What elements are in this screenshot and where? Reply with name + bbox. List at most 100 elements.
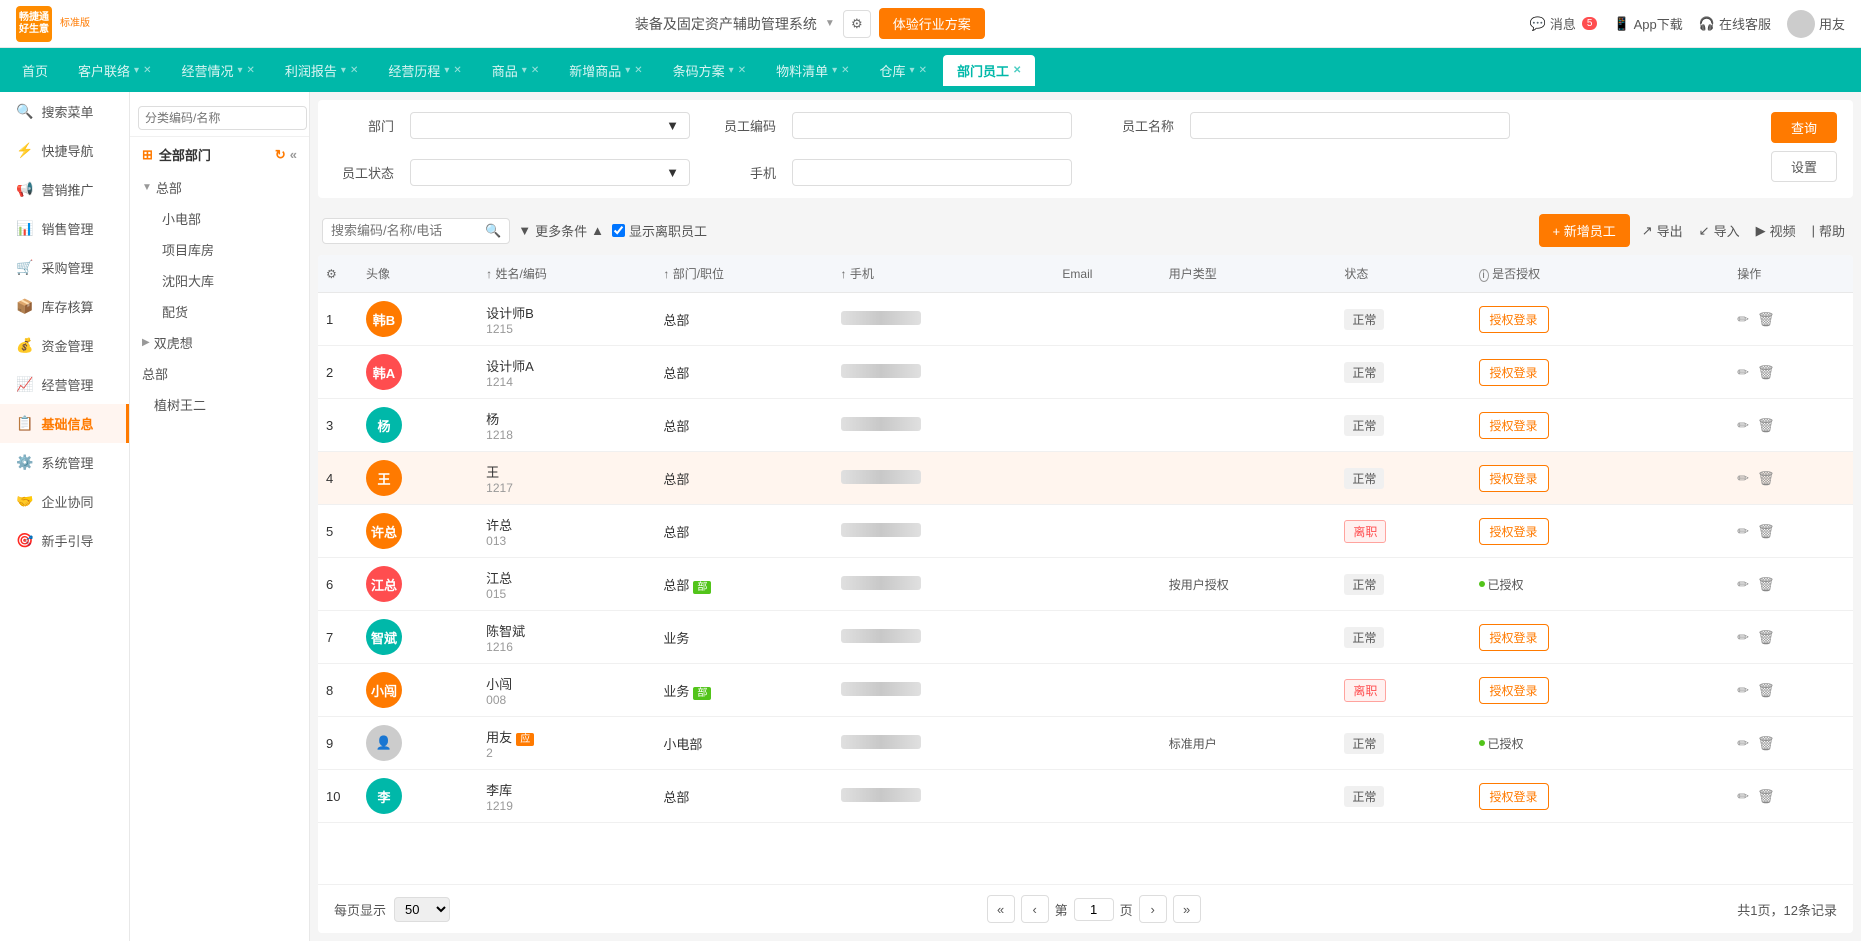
sidebar-item-sales[interactable]: 📊 销售管理: [0, 209, 129, 248]
import-button[interactable]: ↙ 导入: [1695, 217, 1744, 244]
export-button[interactable]: ↗ 导出: [1638, 217, 1687, 244]
prev-page-button[interactable]: ‹: [1021, 895, 1049, 923]
cell-name: 李库 1219: [478, 770, 655, 823]
view-button[interactable]: ▶ 视频: [1752, 217, 1800, 244]
delete-icon[interactable]: 🗑: [1757, 682, 1775, 699]
search-button[interactable]: 查询: [1771, 112, 1837, 143]
tab-home[interactable]: 首页: [8, 55, 62, 86]
tab-customer[interactable]: 客户联络 ▾ ✕: [64, 55, 165, 86]
setting-button[interactable]: 设置: [1771, 151, 1837, 182]
quick-search-input[interactable]: [331, 223, 481, 238]
auth-login-button[interactable]: 授权登录: [1479, 465, 1549, 492]
tab-barcode[interactable]: 条码方案 ▾ ✕: [659, 55, 760, 86]
more-filter-button[interactable]: ▼ 更多条件 ▲: [518, 221, 604, 240]
edit-icon[interactable]: ✏: [1737, 470, 1749, 487]
delete-icon[interactable]: 🗑: [1757, 364, 1775, 381]
cell-avatar: 许总: [358, 505, 478, 558]
message-button[interactable]: 💬 消息 5: [1530, 14, 1598, 33]
sidebar-item-search[interactable]: 🔍 搜索菜单: [0, 92, 129, 131]
th-phone[interactable]: ↑ 手机: [833, 255, 1055, 293]
sidebar-item-purchase[interactable]: 🛒 采购管理: [0, 248, 129, 287]
delete-icon[interactable]: 🗑: [1757, 523, 1775, 540]
auth-login-button[interactable]: 授权登录: [1479, 306, 1549, 333]
gear-button[interactable]: ⚙: [843, 10, 871, 38]
tree-node-project[interactable]: 项目库房: [130, 234, 309, 265]
show-resigned-checkbox[interactable]: 显示离职员工: [612, 221, 707, 240]
next-page-button[interactable]: ›: [1139, 895, 1167, 923]
cell-name: 江总 015: [478, 558, 655, 611]
delete-icon[interactable]: 🗑: [1757, 735, 1775, 752]
cell-phone: [833, 346, 1055, 399]
tree-node-shuanghu[interactable]: ▶ 双虎想: [130, 327, 309, 358]
first-page-button[interactable]: «: [987, 895, 1015, 923]
delete-icon[interactable]: 🗑: [1757, 417, 1775, 434]
tab-goods[interactable]: 商品 ▾ ✕: [478, 55, 553, 86]
employee-code-input[interactable]: [792, 112, 1072, 139]
employee-name-input[interactable]: [1190, 112, 1510, 139]
delete-icon[interactable]: 🗑: [1757, 629, 1775, 646]
page-size-select[interactable]: 50 100 200: [394, 897, 450, 922]
add-employee-button[interactable]: + 新增员工: [1539, 214, 1630, 247]
auth-login-button[interactable]: 授权登录: [1479, 412, 1549, 439]
delete-icon[interactable]: 🗑: [1757, 470, 1775, 487]
auth-login-button[interactable]: 授权登录: [1479, 783, 1549, 810]
sidebar-item-finance[interactable]: 💰 资金管理: [0, 326, 129, 365]
edit-icon[interactable]: ✏: [1737, 682, 1749, 699]
auth-login-button[interactable]: 授权登录: [1479, 624, 1549, 651]
sidebar-item-collab[interactable]: 🤝 企业协同: [0, 482, 129, 521]
auth-login-button[interactable]: 授权登录: [1479, 677, 1549, 704]
search-icon-small[interactable]: 🔍: [485, 223, 501, 239]
tab-warehouse[interactable]: 仓库 ▾ ✕: [866, 55, 941, 86]
delete-icon[interactable]: 🗑: [1757, 311, 1775, 328]
edit-icon[interactable]: ✏: [1737, 364, 1749, 381]
th-name[interactable]: ↑ 姓名/编码: [478, 255, 655, 293]
phone-input[interactable]: [792, 159, 1072, 186]
tree-search-input[interactable]: [138, 106, 307, 130]
delete-icon[interactable]: 🗑: [1757, 576, 1775, 593]
auth-login-button[interactable]: 授权登录: [1479, 359, 1549, 386]
tree-node-head-office2[interactable]: 总部: [130, 358, 309, 389]
tree-refresh-icon[interactable]: ↻: [275, 147, 286, 163]
sidebar-item-basic[interactable]: 📋 基础信息: [0, 404, 129, 443]
tree-node-shenyang[interactable]: 沈阳大库: [130, 265, 309, 296]
tab-operation[interactable]: 经营情况 ▾ ✕: [167, 55, 268, 86]
dept-select[interactable]: ▼: [410, 112, 690, 139]
sidebar-item-quicknav[interactable]: ⚡ 快捷导航: [0, 131, 129, 170]
tab-department[interactable]: 部门员工 ✕: [943, 55, 1035, 86]
tab-bom[interactable]: 物料清单 ▾ ✕: [762, 55, 863, 86]
last-page-button[interactable]: »: [1173, 895, 1201, 923]
edit-icon[interactable]: ✏: [1737, 576, 1749, 593]
edit-icon[interactable]: ✏: [1737, 735, 1749, 752]
tree-node-zhishu[interactable]: 植树王二: [130, 389, 309, 420]
tree-node-electronics[interactable]: 小电部: [130, 203, 309, 234]
tree-collapse-icon[interactable]: «: [290, 147, 297, 163]
edit-icon[interactable]: ✏: [1737, 788, 1749, 805]
edit-icon[interactable]: ✏: [1737, 417, 1749, 434]
app-download-button[interactable]: 📱 App下载: [1613, 14, 1682, 33]
online-service-button[interactable]: 🎧 在线客服: [1699, 14, 1771, 33]
edit-icon[interactable]: ✏: [1737, 311, 1749, 328]
user-menu[interactable]: 用友: [1787, 10, 1845, 38]
cell-empty: [1669, 399, 1729, 452]
tab-history[interactable]: 经营历程 ▾ ✕: [374, 55, 475, 86]
sidebar-item-inventory[interactable]: 📦 库存核算: [0, 287, 129, 326]
status-select[interactable]: ▼: [410, 159, 690, 186]
dropdown-icon[interactable]: ▼: [825, 18, 835, 29]
tab-profit[interactable]: 利润报告 ▾ ✕: [271, 55, 372, 86]
edit-icon[interactable]: ✏: [1737, 629, 1749, 646]
help-button[interactable]: | 帮助: [1808, 217, 1849, 244]
sidebar-item-guide[interactable]: 🎯 新手引导: [0, 521, 129, 560]
tree-node-head-office[interactable]: ▼ 总部: [130, 172, 309, 203]
main-layout: 🔍 搜索菜单 ⚡ 快捷导航 📢 营销推广 📊 销售管理 🛒 采购管理 📦 库存核…: [0, 92, 1861, 941]
edit-icon[interactable]: ✏: [1737, 523, 1749, 540]
auth-login-button[interactable]: 授权登录: [1479, 518, 1549, 545]
trial-button[interactable]: 体验行业方案: [879, 8, 985, 39]
sidebar-item-business[interactable]: 📈 经营管理: [0, 365, 129, 404]
tab-add-goods[interactable]: 新增商品 ▾ ✕: [555, 55, 656, 86]
sidebar-item-system[interactable]: ⚙️ 系统管理: [0, 443, 129, 482]
delete-icon[interactable]: 🗑: [1757, 788, 1775, 805]
th-dept[interactable]: ↑ 部门/职位: [655, 255, 832, 293]
page-number-input[interactable]: [1074, 898, 1114, 921]
tree-node-distribution[interactable]: 配货: [130, 296, 309, 327]
sidebar-item-marketing[interactable]: 📢 营销推广: [0, 170, 129, 209]
